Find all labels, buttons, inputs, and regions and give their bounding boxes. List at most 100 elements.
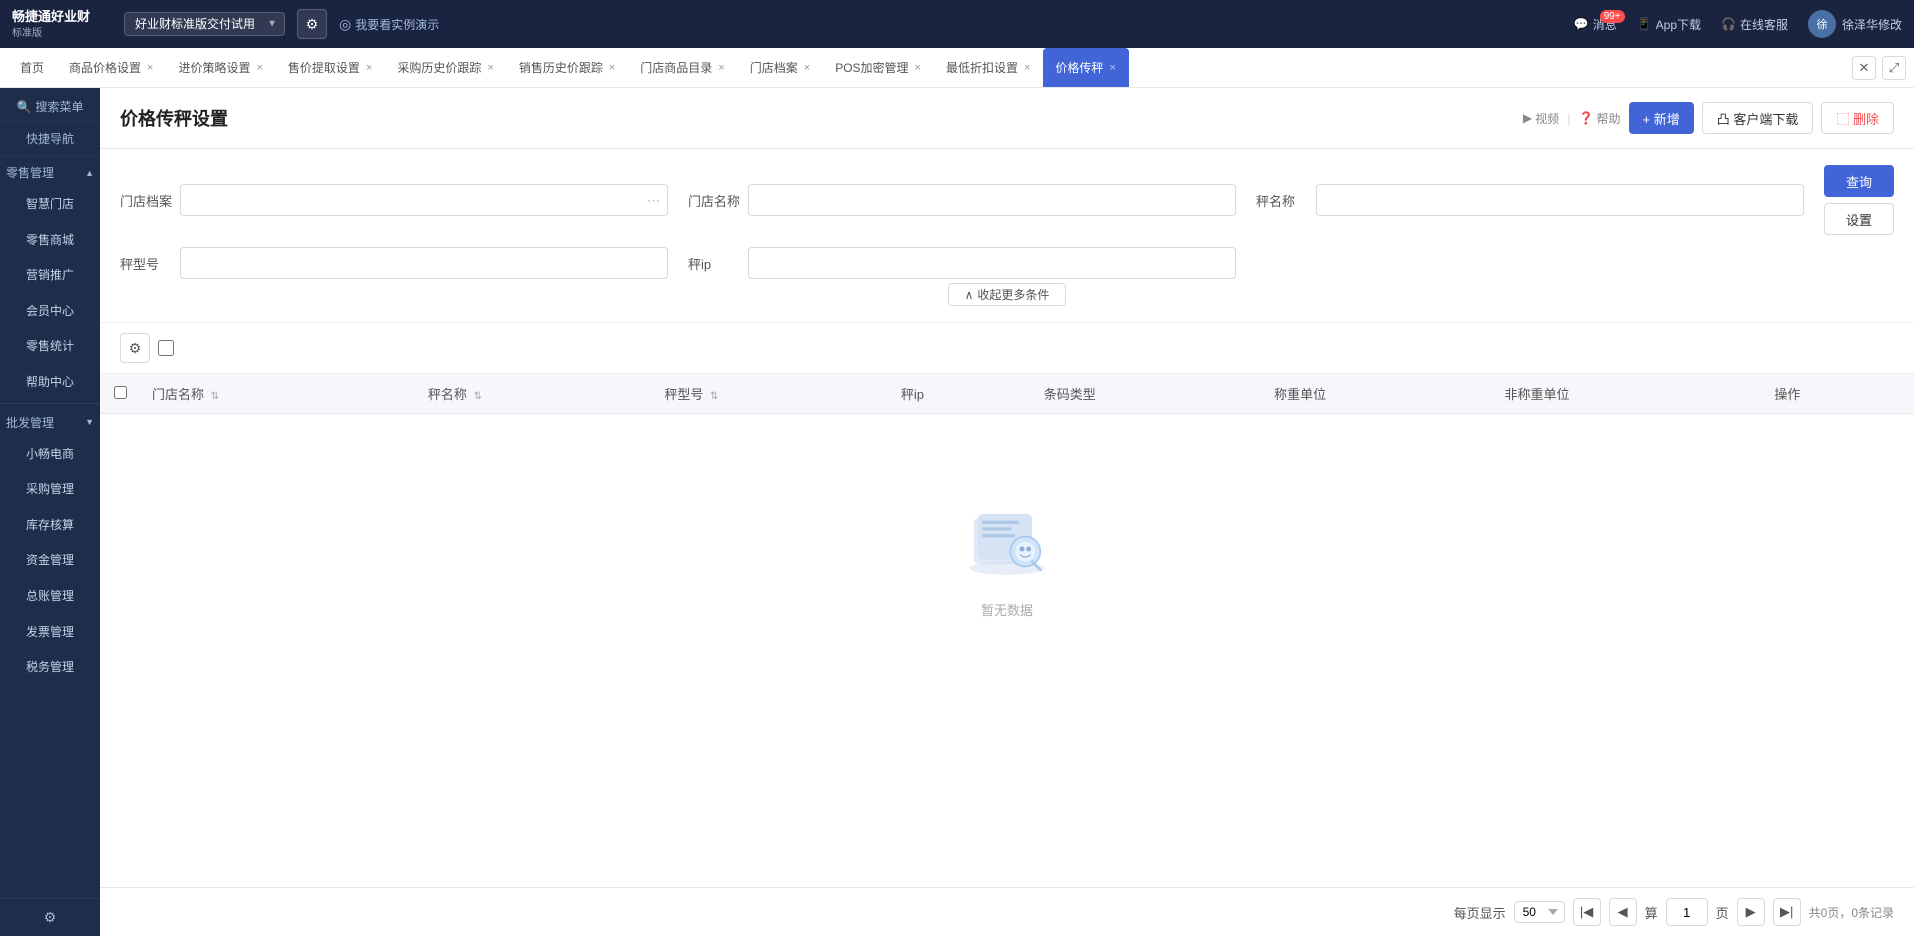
collapse-button[interactable]: ∧ 收起更多条件 (948, 283, 1067, 306)
sidebar-item-retail-stats[interactable]: 零售统计 (0, 329, 100, 365)
message-button[interactable]: 💬 消息 99+ (1574, 16, 1617, 33)
tab-close-price-scale[interactable]: × (1109, 62, 1115, 74)
tab-close-purchase-strategy[interactable]: × (256, 62, 262, 74)
sidebar-item-purchase[interactable]: 采购管理 (0, 472, 100, 508)
scale-name-label: 秤名称 (1256, 191, 1308, 210)
page-prev-button[interactable]: ◀ (1609, 898, 1637, 926)
table-header-row: 门店名称 ⇅ 秤名称 ⇅ 秤型号 ⇅ 秤ip (100, 374, 1914, 414)
user-area[interactable]: 徐 徐泽华修改 (1808, 10, 1902, 38)
page-next-button[interactable]: ▶ (1737, 898, 1765, 926)
sort-icon-scale-name[interactable]: ⇅ (474, 391, 482, 402)
filter-area: 门店档案 ··· 门店名称 秤名称 查询 (100, 149, 1914, 323)
sidebar-item-general-ledger[interactable]: 总账管理 (0, 579, 100, 615)
tab-store-profile[interactable]: 门店档案 × (738, 48, 823, 87)
tab-close-sale-history[interactable]: × (609, 62, 615, 74)
sidebar-settings-button[interactable]: ⚙ (0, 898, 100, 936)
tab-close-sale-price[interactable]: × (366, 62, 372, 74)
logo-area: 畅捷通好业财 标准版 (12, 9, 112, 40)
sidebar-item-inventory[interactable]: 库存核算 (0, 508, 100, 544)
sidebar-item-help-center[interactable]: 帮助中心 (0, 365, 100, 401)
app-icon: 📱 (1637, 17, 1652, 31)
th-scale-model: 秤型号 ⇅ (652, 374, 889, 414)
sidebar-divider-1 (0, 403, 100, 404)
topbar-settings-button[interactable]: ⚙ (297, 9, 327, 39)
page-number-input[interactable] (1666, 898, 1708, 926)
filter-scale-ip: 秤ip (688, 247, 1236, 279)
sidebar-item-member-center[interactable]: 会员中心 (0, 294, 100, 330)
page-size-select[interactable]: 102050100 (1514, 901, 1565, 923)
store-profile-label: 门店档案 (120, 191, 172, 210)
store-profile-input[interactable] (180, 184, 668, 216)
help-link[interactable]: ❓ 帮助 (1579, 110, 1621, 127)
page-last-button[interactable]: ▶| (1773, 898, 1801, 926)
sidebar-item-smart-store[interactable]: 智慧门店 (0, 187, 100, 223)
tab-expand-button[interactable]: ⤢ (1882, 56, 1906, 80)
set-button[interactable]: 设置 (1824, 203, 1894, 235)
tab-price-scale[interactable]: 价格传秤 × (1043, 48, 1128, 87)
delete-button[interactable]: ⬚ 删除 (1821, 102, 1894, 134)
message-icon: 💬 (1574, 17, 1589, 31)
table-wrap: 门店名称 ⇅ 秤名称 ⇅ 秤型号 ⇅ 秤ip (100, 374, 1914, 887)
app-download-button[interactable]: 📱 App下载 (1637, 16, 1701, 33)
online-service-button[interactable]: 🎧 在线客服 (1721, 16, 1788, 33)
tab-close-pos-management[interactable]: × (915, 62, 921, 74)
sidebar-search[interactable]: 🔍 搜索菜单 (0, 88, 100, 122)
sort-icon-scale-model[interactable]: ⇅ (710, 391, 718, 402)
select-all-checkbox[interactable] (158, 340, 174, 356)
sidebar-item-retail-mall[interactable]: 零售商城 (0, 223, 100, 259)
pagination-bar: 每页显示 102050100 |◀ ◀ 算 页 ▶ ▶| 共0页，0条记录 (100, 887, 1914, 936)
sidebar-section-wholesale[interactable]: 批发管理 (0, 406, 100, 437)
page-title: 价格传秤设置 (120, 105, 228, 131)
tab-sale-price[interactable]: 售价提取设置 × (276, 48, 385, 87)
sidebar-item-tax[interactable]: 税务管理 (0, 650, 100, 686)
add-button[interactable]: + 新增 (1629, 102, 1694, 134)
scale-ip-input[interactable] (748, 247, 1236, 279)
store-name-input[interactable] (748, 184, 1236, 216)
sidebar-quick-nav[interactable]: 快捷导航 (0, 122, 100, 156)
query-button[interactable]: 查询 (1824, 165, 1894, 197)
scale-name-input[interactable] (1316, 184, 1804, 216)
content-area: 价格传秤设置 ▶ 视频 | ❓ 帮助 + 新增 凸 客户端下载 (100, 88, 1914, 936)
collapse-icon: ∧ (965, 288, 974, 302)
sort-icon-store-name[interactable]: ⇅ (211, 391, 219, 402)
page-size-label: 每页显示 (1454, 903, 1506, 922)
search-icon: 🔍 (17, 100, 32, 114)
tab-purchase-strategy[interactable]: 进价策略设置 × (166, 48, 275, 87)
sidebar-item-invoice[interactable]: 发票管理 (0, 615, 100, 651)
tab-home[interactable]: 首页 (8, 48, 57, 87)
tab-close-commodity-price[interactable]: × (147, 62, 153, 74)
empty-illustration (957, 494, 1057, 584)
sidebar-item-finance[interactable]: 资金管理 (0, 543, 100, 579)
store-profile-input-wrap: ··· (180, 184, 668, 216)
tab-sale-history[interactable]: 销售历史价跟踪 × (507, 48, 628, 87)
demo-link[interactable]: 我要看实例演示 (339, 16, 439, 33)
tab-close-purchase-history[interactable]: × (487, 62, 493, 74)
tab-min-discount[interactable]: 最低折扣设置 × (934, 48, 1043, 87)
tab-bar-right: ✕ ⤢ (1852, 56, 1906, 80)
tab-close-min-discount[interactable]: × (1024, 62, 1030, 74)
toolbar-left: ⚙ (120, 333, 174, 363)
sidebar-item-marketing[interactable]: 营销推广 (0, 258, 100, 294)
version-selector[interactable]: 好业财标准版交付试用 (124, 12, 285, 36)
version-selector-wrap[interactable]: 好业财标准版交付试用 (124, 12, 285, 36)
username: 徐泽华修改 (1842, 16, 1902, 33)
sidebar-item-xiaochang[interactable]: 小畅电商 (0, 437, 100, 473)
main-layout: 🔍 搜索菜单 快捷导航 零售管理 智慧门店 零售商城 营销推广 会员中心 零售统… (0, 88, 1914, 936)
tab-store-catalog[interactable]: 门店商品目录 × (628, 48, 737, 87)
tab-close-all-button[interactable]: ✕ (1852, 56, 1876, 80)
column-settings-button[interactable]: ⚙ (120, 333, 150, 363)
page-first-button[interactable]: |◀ (1573, 898, 1601, 926)
sidebar-section-retail[interactable]: 零售管理 (0, 156, 100, 187)
toolbar: ⚙ (100, 323, 1914, 374)
th-checkbox-input[interactable] (114, 386, 127, 399)
tab-purchase-history[interactable]: 采购历史价跟踪 × (385, 48, 506, 87)
store-profile-dots-icon[interactable]: ··· (647, 193, 660, 208)
th-checkbox (100, 374, 140, 414)
tab-close-store-profile[interactable]: × (804, 62, 810, 74)
scale-model-input[interactable] (180, 247, 668, 279)
tab-commodity-price[interactable]: 商品价格设置 × (57, 48, 166, 87)
download-button[interactable]: 凸 客户端下载 (1702, 102, 1814, 134)
tab-close-store-catalog[interactable]: × (718, 62, 724, 74)
video-link[interactable]: ▶ 视频 (1523, 110, 1559, 127)
tab-pos-management[interactable]: POS加密管理 × (823, 48, 934, 87)
